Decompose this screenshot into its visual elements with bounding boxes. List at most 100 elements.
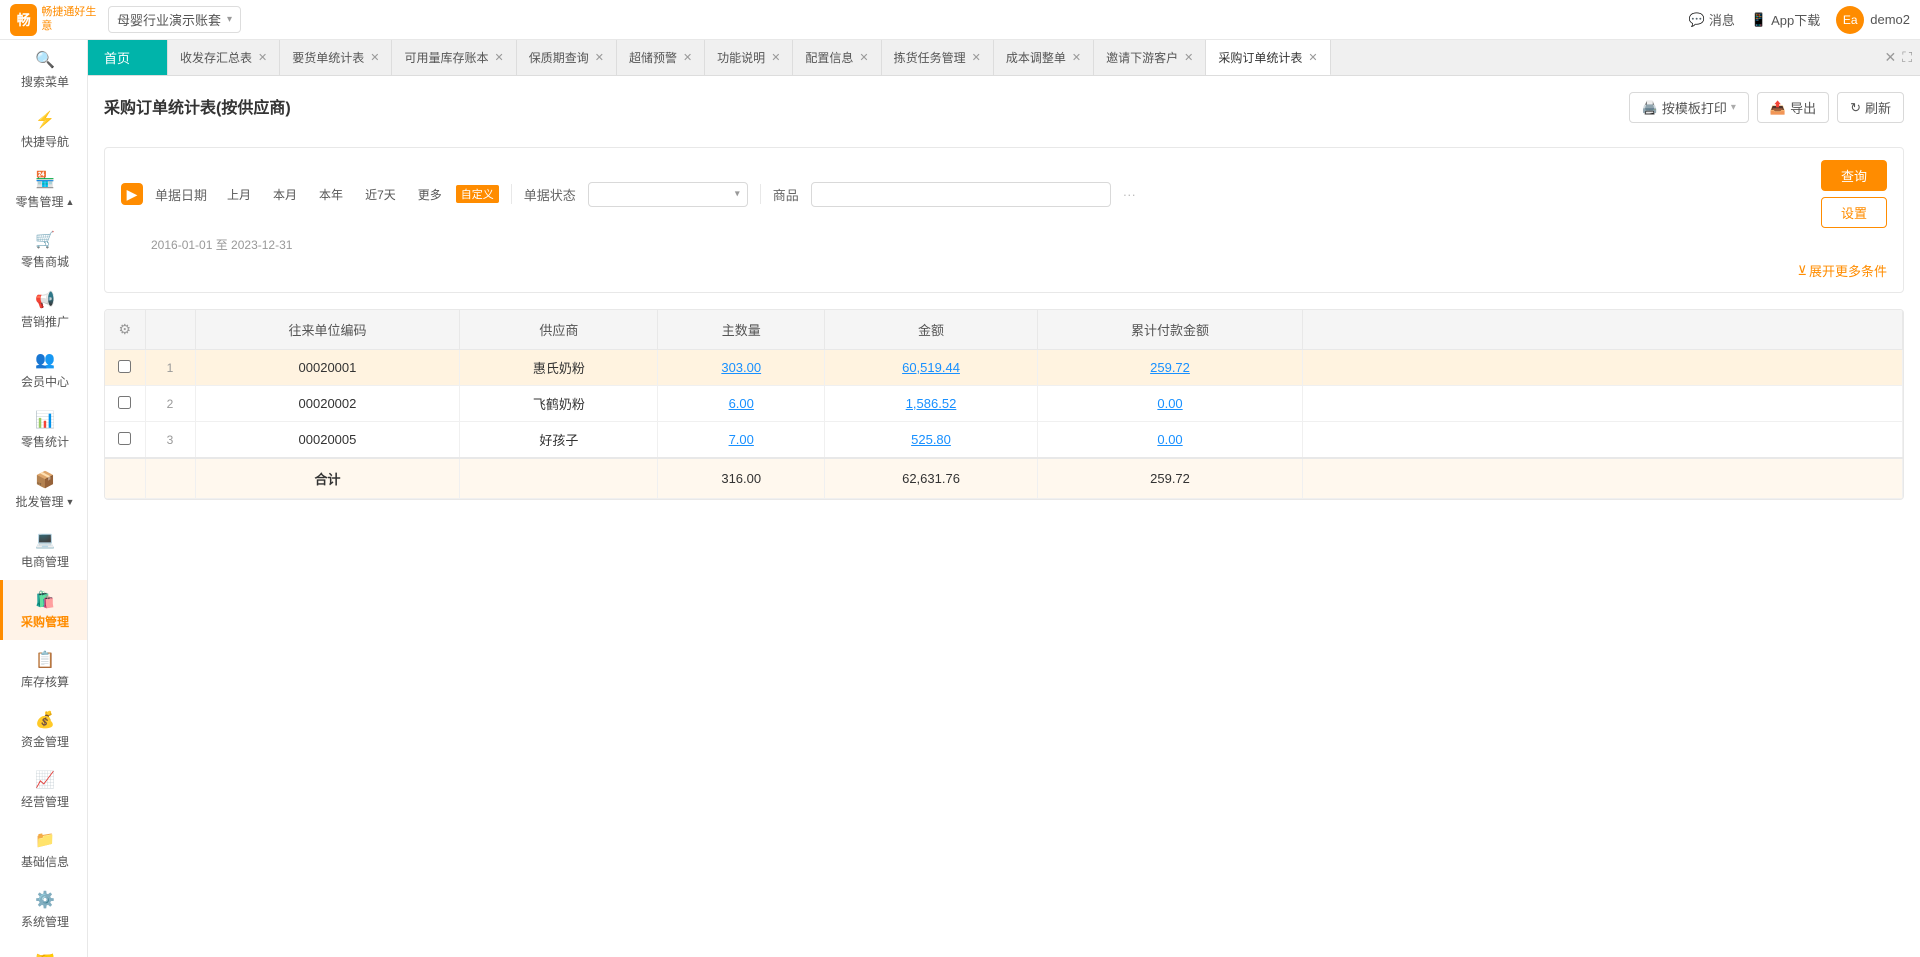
message-button[interactable]: 💬 消息: [1689, 10, 1735, 29]
workspace-label: 母婴行业演示账套: [117, 10, 221, 29]
status-select[interactable]: [588, 182, 748, 207]
workspace-selector[interactable]: 母婴行业演示账套 ▾: [108, 6, 241, 33]
supplier: 飞鹤奶粉: [460, 386, 658, 422]
sidebar-item-marketing[interactable]: 📢 营销推广: [0, 280, 87, 340]
row-checkbox[interactable]: [105, 350, 145, 386]
amount[interactable]: 60,519.44: [825, 350, 1038, 386]
refresh-button[interactable]: ↻ 刷新: [1837, 92, 1904, 123]
sidebar-item-label: 系统管理: [3, 913, 87, 930]
sidebar-item-retail-stats[interactable]: 📊 零售统计: [0, 400, 87, 460]
tab-baozhiqi[interactable]: 保质期查询 ✕: [517, 40, 617, 76]
tab-close-icon[interactable]: ✕: [1072, 51, 1081, 64]
sidebar-item-batch[interactable]: 📦 批发管理 ▼: [0, 460, 87, 520]
sidebar-item-member[interactable]: 👥 会员中心: [0, 340, 87, 400]
row-num: 3: [145, 422, 195, 459]
tab-label: 保质期查询: [529, 49, 589, 66]
column-settings[interactable]: ⚙: [105, 310, 145, 350]
tab-close-icon[interactable]: ✕: [258, 51, 267, 64]
tab-peihuorenwu[interactable]: 拣货任务管理 ✕: [882, 40, 994, 76]
marketing-icon: 📢: [3, 290, 87, 310]
date-7days-btn[interactable]: 近7天: [357, 184, 404, 205]
tab-keyongliang[interactable]: 可用量库存账本 ✕: [392, 40, 516, 76]
sidebar-item-inventory[interactable]: 📋 库存核算: [0, 640, 87, 700]
tab-yaohuo[interactable]: 要货单统计表 ✕: [280, 40, 392, 76]
app-download-button[interactable]: 📱 App下载: [1751, 10, 1820, 29]
paid-amount[interactable]: 259.72: [1038, 350, 1303, 386]
sidebar-item-retail-store[interactable]: 🛒 零售商城: [0, 220, 87, 280]
tab-close-icon[interactable]: ✕: [494, 51, 503, 64]
date-this-month-btn[interactable]: 本月: [265, 184, 305, 205]
tab-gongneng[interactable]: 功能说明 ✕: [705, 40, 793, 76]
filter-toggle-button[interactable]: ▶: [121, 183, 143, 205]
settings-icon: ⚙️: [3, 890, 87, 910]
amount[interactable]: 525.80: [825, 422, 1038, 459]
date-last-month-btn[interactable]: 上月: [219, 184, 259, 205]
row-checkbox[interactable]: [105, 422, 145, 459]
sidebar: 🔍 搜索菜单 ⚡ 快捷导航 🏪 零售管理 ▲ 🛒 零售商城 📢 营销推广: [0, 40, 88, 957]
expand-filter-button[interactable]: ⊻ 展开更多条件: [1797, 261, 1887, 280]
tab-close-icon[interactable]: ✕: [972, 51, 981, 64]
sidebar-item-shortcut[interactable]: ⚡ 快捷导航: [0, 100, 87, 160]
row-checkbox[interactable]: [105, 386, 145, 422]
table-row[interactable]: 1 00020001 惠氏奶粉 303.00 60,519.44 259.72: [105, 350, 1903, 386]
export-button[interactable]: 📤 导出: [1757, 92, 1829, 123]
goods-input[interactable]: [811, 182, 1111, 207]
filter-settings-button[interactable]: 设置: [1821, 197, 1887, 228]
query-button[interactable]: 查询: [1821, 160, 1887, 191]
quantity[interactable]: 6.00: [658, 386, 825, 422]
tab-yaoqing[interactable]: 邀请下游客户 ✕: [1094, 40, 1206, 76]
tab-close-icon[interactable]: ✕: [595, 51, 604, 64]
amount[interactable]: 1,586.52: [825, 386, 1038, 422]
paid-amount[interactable]: 0.00: [1038, 422, 1303, 459]
tab-chenben[interactable]: 成本调整单 ✕: [994, 40, 1094, 76]
purchase-icon: 🛍️: [3, 590, 87, 610]
sidebar-item-operations[interactable]: 📈 经营管理: [0, 760, 87, 820]
tab-close-icon[interactable]: ✕: [771, 51, 780, 64]
tab-label: 超储预警: [629, 49, 677, 66]
tab-chaochu[interactable]: 超储预警 ✕: [617, 40, 705, 76]
print-dropdown-icon[interactable]: ▾: [1731, 102, 1736, 113]
tab-peizhixinxi[interactable]: 配置信息 ✕: [793, 40, 881, 76]
close-tab-icon[interactable]: ✕: [1884, 49, 1896, 66]
user-profile[interactable]: Ea demo2: [1836, 6, 1910, 34]
paid-amount[interactable]: 0.00: [1038, 386, 1303, 422]
tab-home[interactable]: 首页: [88, 40, 168, 76]
empty-col: [1303, 422, 1903, 459]
tab-close-icon[interactable]: ✕: [683, 51, 692, 64]
print-button[interactable]: 🖨️ 按模板打印 ▾: [1629, 92, 1749, 123]
quantity[interactable]: 303.00: [658, 350, 825, 386]
sidebar-item-purchase[interactable]: 🛍️ 采购管理: [0, 580, 87, 640]
tab-close-icon[interactable]: ✕: [1184, 51, 1193, 64]
date-this-year-btn[interactable]: 本年: [311, 184, 351, 205]
footer-label: 合计: [195, 458, 460, 499]
footer-amount: 62,631.76: [825, 458, 1038, 499]
sidebar-item-finance[interactable]: 💰 资金管理: [0, 700, 87, 760]
tab-shoufayuiji[interactable]: 收发存汇总表 ✕: [168, 40, 280, 76]
column-paid-amount: 累计付款金额: [1038, 310, 1303, 350]
date-range-display: 2016-01-01 至 2023-12-31: [151, 236, 1887, 253]
sidebar-item-search[interactable]: 🔍 搜索菜单: [0, 40, 87, 100]
sidebar-item-enterprise[interactable]: 🤝 企业协同: [0, 940, 87, 957]
sidebar-item-basic-info[interactable]: 📁 基础信息: [0, 820, 87, 880]
sidebar-item-label: 经营管理: [3, 793, 87, 810]
batch-icon: 📦: [3, 470, 87, 490]
sidebar-item-label: 电商管理: [3, 553, 87, 570]
page-content: 采购订单统计表(按供应商) 🖨️ 按模板打印 ▾ 📤 导出 ↻: [88, 76, 1920, 957]
sidebar-item-sys-mgmt[interactable]: ⚙️ 系统管理: [0, 880, 87, 940]
table-row[interactable]: 2 00020002 飞鹤奶粉 6.00 1,586.52 0.00: [105, 386, 1903, 422]
tab-close-icon[interactable]: ✕: [859, 51, 868, 64]
tab-close-icon[interactable]: ✕: [370, 51, 379, 64]
sidebar-item-label: 基础信息: [3, 853, 87, 870]
tab-close-icon[interactable]: ✕: [1308, 51, 1317, 64]
unit-code: 00020005: [195, 422, 460, 459]
gear-icon[interactable]: ⚙: [118, 321, 131, 337]
date-more-btn[interactable]: 更多: [410, 184, 450, 205]
quantity[interactable]: 7.00: [658, 422, 825, 459]
goods-input-more-icon[interactable]: ···: [1123, 187, 1136, 202]
sidebar-item-retail[interactable]: 🏪 零售管理 ▲: [0, 160, 87, 220]
tab-caigou-tongji[interactable]: 采购订单统计表 ✕: [1206, 40, 1330, 76]
tab-bar: 首页 收发存汇总表 ✕ 要货单统计表 ✕ 可用量库存账本 ✕ 保质期查询 ✕: [88, 40, 1920, 76]
table-row[interactable]: 3 00020005 好孩子 7.00 525.80 0.00: [105, 422, 1903, 459]
sidebar-item-ecommerce[interactable]: 💻 电商管理: [0, 520, 87, 580]
restore-tab-icon[interactable]: ⛶: [1902, 49, 1912, 66]
